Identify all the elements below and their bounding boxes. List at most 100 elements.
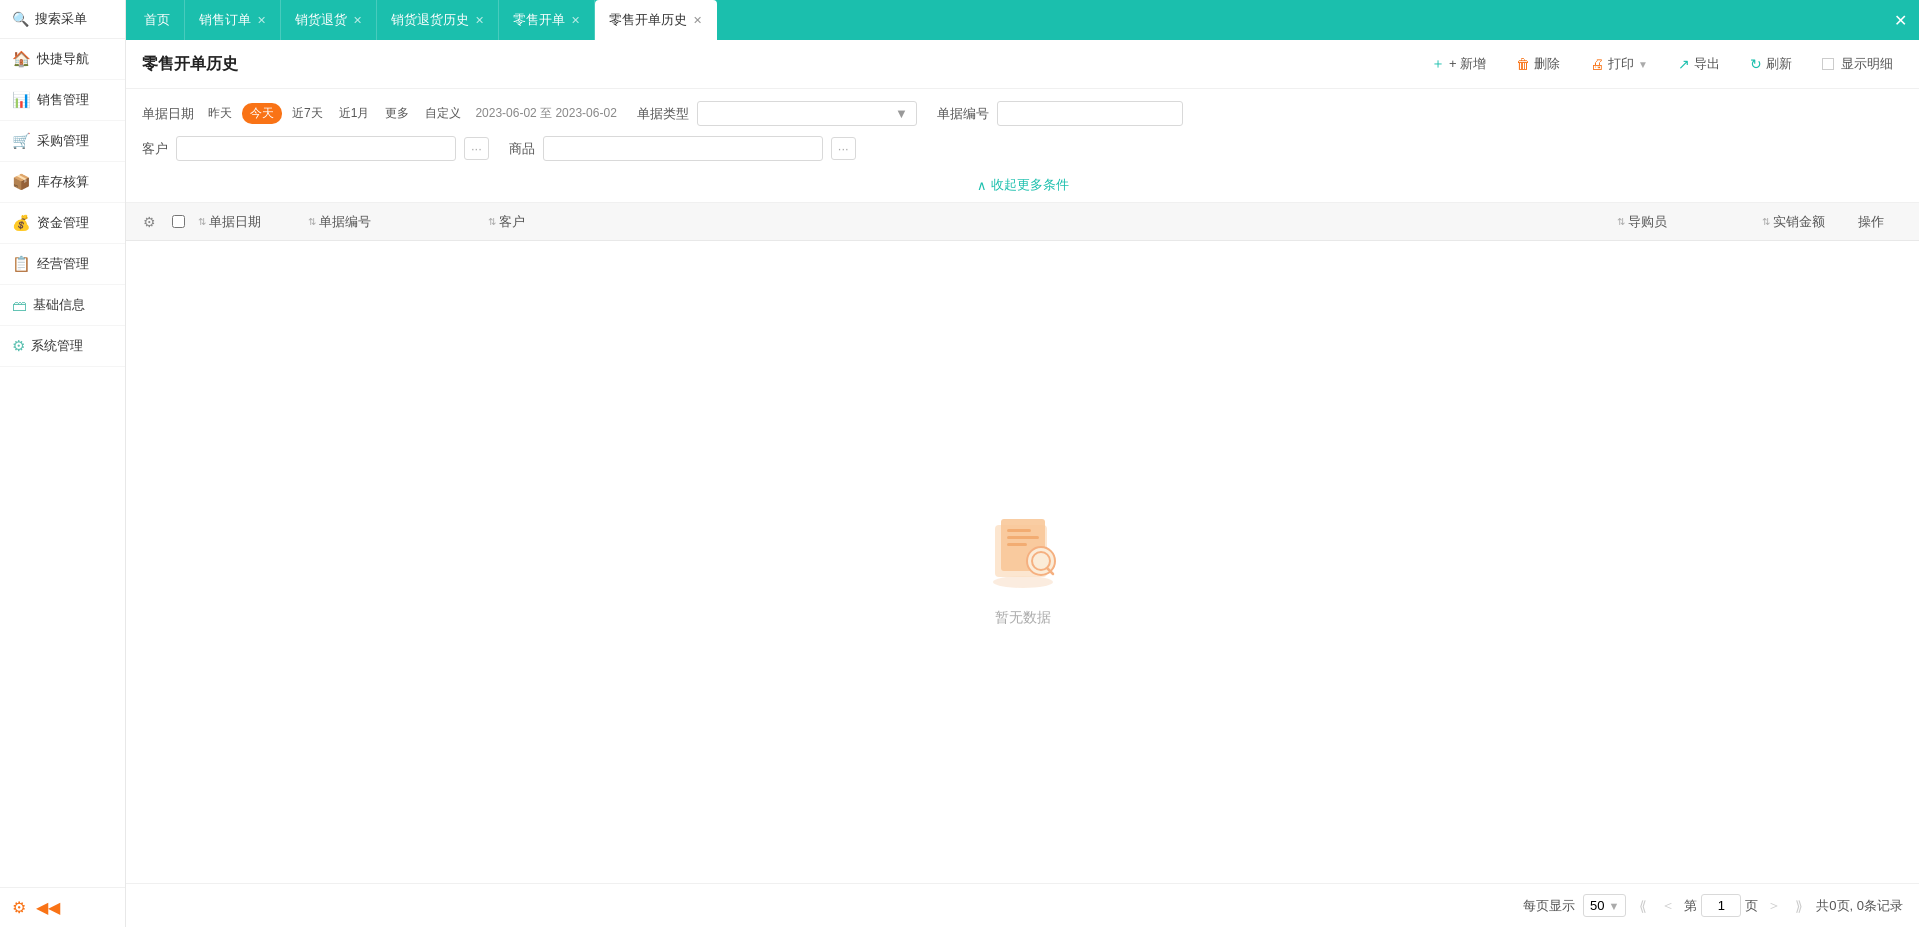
- tab-sales-return[interactable]: 销货退货 ✕: [281, 0, 377, 40]
- chevron-up-icon: ∧: [977, 178, 987, 193]
- sidebar-item-system[interactable]: ⚙ 系统管理: [0, 326, 125, 367]
- sidebar-item-operations[interactable]: 📋 经营管理: [0, 244, 125, 285]
- col-header-date: ⇅ 单据日期: [192, 213, 302, 231]
- filter-area: 单据日期 昨天 今天 近7天 近1月 更多 自定义 2023-06-02 至 2…: [126, 89, 1919, 203]
- finance-icon: 💰: [12, 214, 31, 232]
- page-size-select[interactable]: 50 ▼: [1583, 894, 1626, 917]
- sidebar-item-purchase-mgmt[interactable]: 🛒 采购管理: [0, 121, 125, 162]
- purchase-icon: 🛒: [12, 132, 31, 150]
- sidebar-item-sales-mgmt[interactable]: 📊 销售管理: [0, 80, 125, 121]
- date-btn-1month[interactable]: 近1月: [333, 103, 376, 124]
- bill-no-filter-group: 单据编号: [937, 101, 1183, 126]
- content-area: 零售开单历史 ＋ + 新增 🗑 删除 🖨 打印 ▼ ↗ 导出: [126, 40, 1919, 927]
- tab-close-retail-open-history[interactable]: ✕: [693, 14, 702, 27]
- col-header-amount: ⇅ 实销金额: [1711, 213, 1831, 231]
- sidebar-item-label: 快捷导航: [37, 50, 89, 68]
- table-settings-icon[interactable]: ⚙: [134, 214, 164, 230]
- bill-no-input[interactable]: [997, 101, 1183, 126]
- print-button[interactable]: 🖨 打印 ▼: [1580, 50, 1658, 78]
- date-btn-7days[interactable]: 近7天: [286, 103, 329, 124]
- sidebar-item-inventory[interactable]: 📦 库存核算: [0, 162, 125, 203]
- page-prev-btn[interactable]: ＜: [1656, 895, 1680, 917]
- page-di-label: 第: [1684, 897, 1697, 915]
- sidebar-item-basic-info[interactable]: 🗃 基础信息: [0, 285, 125, 326]
- sidebar-item-finance[interactable]: 💰 资金管理: [0, 203, 125, 244]
- table-select-all[interactable]: [164, 215, 192, 228]
- select-all-checkbox[interactable]: [172, 215, 185, 228]
- print-arrow-icon: ▼: [1638, 59, 1648, 70]
- page-number-input[interactable]: [1701, 894, 1741, 917]
- refresh-icon: ↻: [1750, 56, 1762, 72]
- sort-icon-billno[interactable]: ⇅: [308, 216, 316, 227]
- date-btn-custom[interactable]: 自定义: [419, 103, 467, 124]
- empty-illustration: [973, 497, 1073, 597]
- page-title: 零售开单历史: [142, 54, 238, 75]
- date-btn-today[interactable]: 今天: [242, 103, 282, 124]
- filter-row-2: 客户 ··· 商品 ···: [142, 136, 1903, 161]
- tab-retail-open-history[interactable]: 零售开单历史 ✕: [595, 0, 717, 40]
- sort-icon-guide[interactable]: ⇅: [1617, 216, 1625, 227]
- bill-type-filter-group: 单据类型 ▼: [637, 101, 917, 126]
- window-close-button[interactable]: ✕: [1894, 11, 1907, 30]
- collapse-label: 收起更多条件: [991, 176, 1069, 194]
- tab-retail-open[interactable]: 零售开单 ✕: [499, 0, 595, 40]
- delete-button[interactable]: 🗑 删除: [1506, 50, 1570, 78]
- sort-icon-amount[interactable]: ⇅: [1762, 216, 1770, 227]
- customer-search-btn[interactable]: ···: [464, 137, 489, 160]
- tab-close-sales-return-history[interactable]: ✕: [475, 14, 484, 27]
- tab-sales-order[interactable]: 销售订单 ✕: [185, 0, 281, 40]
- add-button[interactable]: ＋ + 新增: [1421, 50, 1496, 78]
- goods-search-btn[interactable]: ···: [831, 137, 856, 160]
- sidebar-item-quick-nav[interactable]: 🏠 快捷导航: [0, 39, 125, 80]
- table-header: ⚙ ⇅ 单据日期 ⇅ 单据编号 ⇅ 客户 ⇅ 导购员: [126, 203, 1919, 241]
- sidebar-search-label: 搜索采单: [35, 10, 87, 28]
- tab-close-sales-return[interactable]: ✕: [353, 14, 362, 27]
- search-icon: 🔍: [12, 11, 29, 27]
- bill-type-select[interactable]: ▼: [697, 101, 917, 126]
- sidebar-item-label: 基础信息: [33, 296, 85, 314]
- sidebar-item-label: 系统管理: [31, 337, 83, 355]
- quick-nav-icon: 🏠: [12, 50, 31, 68]
- date-range-display: 2023-06-02 至 2023-06-02: [475, 105, 616, 122]
- tab-home[interactable]: 首页: [130, 0, 185, 40]
- sidebar: 🔍 搜索采单 🏠 快捷导航 📊 销售管理 🛒 采购管理 📦 库存核算 💰 资金管…: [0, 0, 126, 927]
- empty-state: 暂无数据: [126, 241, 1919, 883]
- tab-close-sales-order[interactable]: ✕: [257, 14, 266, 27]
- goods-input[interactable]: [543, 136, 823, 161]
- inventory-icon: 📦: [12, 173, 31, 191]
- toolbar-actions: ＋ + 新增 🗑 删除 🖨 打印 ▼ ↗ 导出 ↻: [1421, 50, 1903, 78]
- tab-sales-return-history[interactable]: 销货退货历史 ✕: [377, 0, 499, 40]
- export-button[interactable]: ↗ 导出: [1668, 50, 1730, 78]
- sort-icon-customer[interactable]: ⇅: [488, 216, 496, 227]
- sidebar-bottom: ⚙ ◀◀: [0, 887, 125, 927]
- col-header-guide: ⇅ 导购员: [1611, 213, 1711, 231]
- empty-text: 暂无数据: [995, 609, 1051, 627]
- date-filter-label: 单据日期: [142, 105, 194, 123]
- display-detail-button[interactable]: 显示明细: [1812, 50, 1903, 78]
- date-btn-more[interactable]: 更多: [379, 103, 415, 124]
- add-icon: ＋: [1431, 55, 1445, 73]
- pagination: 每页显示 50 ▼ ⟪ ＜ 第 页 ＞ ⟫ 共0页, 0条记录: [126, 883, 1919, 927]
- tab-close-retail-open[interactable]: ✕: [571, 14, 580, 27]
- main-content: 首页 销售订单 ✕ 销货退货 ✕ 销货退货历史 ✕ 零售开单 ✕ 零售开单历史 …: [126, 0, 1919, 927]
- page-size-label: 每页显示: [1523, 897, 1575, 915]
- sidebar-item-label: 资金管理: [37, 214, 89, 232]
- table-area: ⚙ ⇅ 单据日期 ⇅ 单据编号 ⇅ 客户 ⇅ 导购员: [126, 203, 1919, 883]
- refresh-button[interactable]: ↻ 刷新: [1740, 50, 1802, 78]
- bill-type-arrow-icon: ▼: [895, 106, 908, 121]
- sort-icon[interactable]: ⇅: [198, 216, 206, 227]
- date-filter-group: 单据日期 昨天 今天 近7天 近1月 更多 自定义 2023-06-02 至 2…: [142, 103, 617, 124]
- bill-type-label: 单据类型: [637, 105, 689, 123]
- svg-point-0: [993, 576, 1053, 588]
- collapse-filter-row[interactable]: ∧ 收起更多条件: [142, 171, 1903, 202]
- page-first-btn[interactable]: ⟪: [1634, 896, 1652, 916]
- page-next-btn[interactable]: ＞: [1762, 895, 1786, 917]
- collapse-sidebar-icon[interactable]: ◀◀: [36, 898, 60, 917]
- sidebar-search[interactable]: 🔍 搜索采单: [0, 0, 125, 39]
- customer-label: 客户: [142, 140, 168, 158]
- customer-input[interactable]: [176, 136, 456, 161]
- date-btn-yesterday[interactable]: 昨天: [202, 103, 238, 124]
- page-last-btn[interactable]: ⟫: [1790, 896, 1808, 916]
- settings-icon[interactable]: ⚙: [12, 898, 26, 917]
- display-check-icon: [1822, 58, 1834, 70]
